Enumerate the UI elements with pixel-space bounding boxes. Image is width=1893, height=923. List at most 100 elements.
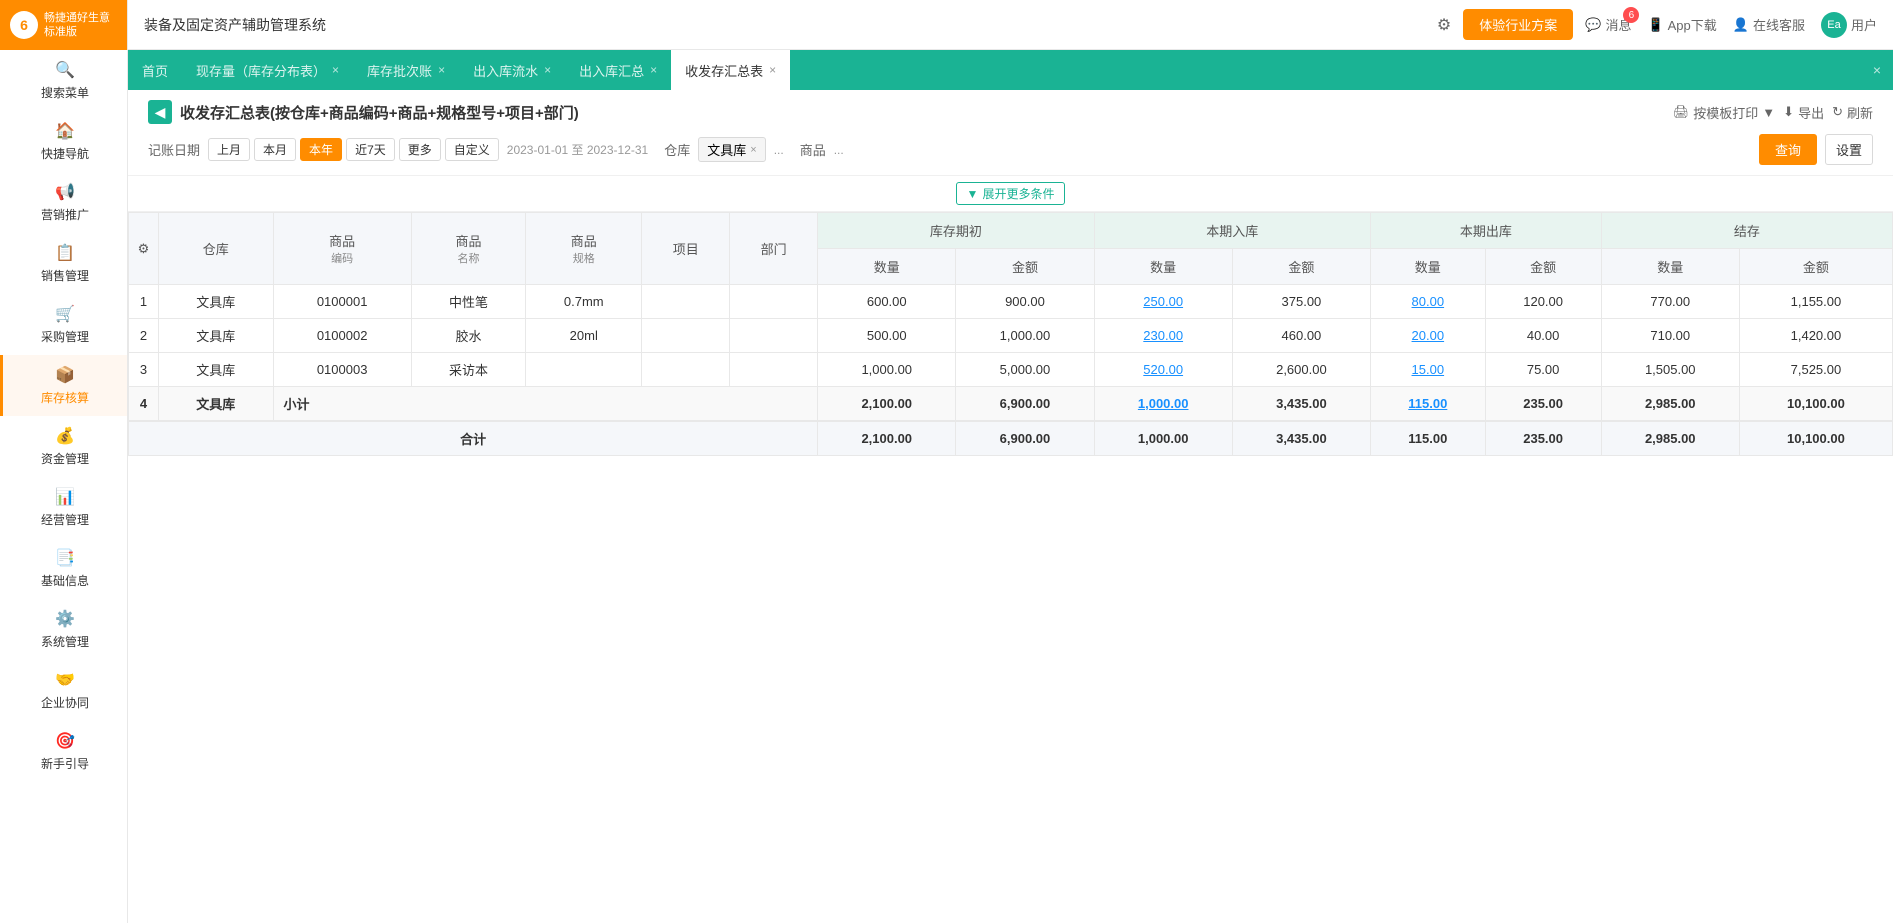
th-group-period-in: 本期入库 xyxy=(1094,213,1370,249)
date-btn-this-year[interactable]: 本年 xyxy=(300,138,342,161)
service-icon: 👤 xyxy=(1733,17,1749,33)
th-warehouse: 仓库 xyxy=(159,213,274,285)
warehouse-more[interactable]: ... xyxy=(774,143,784,157)
goods-filter-section: 商品 ... xyxy=(800,140,844,159)
avatar: Ea xyxy=(1821,12,1847,38)
date-range: 2023-01-01 至 2023-12-31 xyxy=(507,141,648,158)
th-goods-spec: 商品规格 xyxy=(526,213,642,285)
messages-button[interactable]: 💬 消息 6 xyxy=(1585,15,1631,34)
finance-icon: 💰 xyxy=(55,426,75,446)
th-bal-amt: 金额 xyxy=(1739,249,1892,285)
page-action-buttons: 🖨 按模板打印 ▼ ⬇ 导出 ↻ 刷新 xyxy=(1673,103,1873,122)
sidebar-item-quicknav[interactable]: 🏠 快捷导航 xyxy=(0,111,127,172)
notification-badge: 6 xyxy=(1623,7,1639,23)
th-goods-code: 商品编码 xyxy=(273,213,411,285)
sidebar-item-system[interactable]: ⚙️ 系统管理 xyxy=(0,599,127,660)
date-btn-this-month[interactable]: 本月 xyxy=(254,138,296,161)
date-filter-section: 记账日期 上月 本月 本年 近7天 更多 自定义 2023-01-01 至 20… xyxy=(148,138,648,161)
sidebar-item-collab[interactable]: 🤝 企业协同 xyxy=(0,660,127,721)
top-header: 装备及固定资产辅助管理系统 ⚙ 体验行业方案 💬 消息 6 📱 App下载 👤 … xyxy=(128,0,1893,50)
th-out-qty: 数量 xyxy=(1371,249,1486,285)
query-button[interactable]: 查询 xyxy=(1759,134,1817,165)
trial-button[interactable]: 体验行业方案 xyxy=(1463,9,1573,40)
goods-more[interactable]: ... xyxy=(834,143,844,157)
th-in-qty: 数量 xyxy=(1094,249,1232,285)
row2-out-qty-link[interactable]: 20.00 xyxy=(1371,319,1486,353)
settings-icon[interactable]: ⚙ xyxy=(1437,17,1451,34)
sidebar-item-operations[interactable]: 📊 经营管理 xyxy=(0,477,127,538)
marketing-icon: 📢 xyxy=(55,182,75,202)
subtotal-in-qty-link[interactable]: 1,000.00 xyxy=(1094,387,1232,422)
sidebar-item-purchase[interactable]: 🛒 采购管理 xyxy=(0,294,127,355)
logo-icon: 6 xyxy=(10,11,38,39)
purchase-icon: 🛒 xyxy=(55,304,75,324)
app-download-button[interactable]: 📱 App下载 xyxy=(1647,15,1716,34)
refresh-icon: ↻ xyxy=(1832,104,1843,120)
sidebar-item-search[interactable]: 🔍 搜索菜单 xyxy=(0,50,127,111)
sidebar-item-sales[interactable]: 📋 销售管理 xyxy=(0,233,127,294)
sales-icon: 📋 xyxy=(55,243,75,263)
system-title: 装备及固定资产辅助管理系统 xyxy=(144,15,1425,35)
tab-inout-flow[interactable]: 出入库流水 × xyxy=(459,50,565,90)
row3-in-qty-link[interactable]: 520.00 xyxy=(1094,353,1232,387)
collab-icon: 🤝 xyxy=(55,670,75,690)
export-icon: ⬇ xyxy=(1783,104,1794,120)
warehouse-tag: 文具库 × xyxy=(698,137,765,162)
settings-area: ⚙ xyxy=(1437,15,1451,35)
refresh-button[interactable]: ↻ 刷新 xyxy=(1832,103,1873,122)
tab-close-inout-summary[interactable]: × xyxy=(650,63,657,77)
print-button[interactable]: 🖨 按模板打印 ▼ xyxy=(1673,103,1775,122)
tab-inventory-dist[interactable]: 现存量（库存分布表） × xyxy=(182,50,353,90)
th-out-amt: 金额 xyxy=(1485,249,1601,285)
collapse-button[interactable]: ◀ xyxy=(148,100,172,124)
th-bal-qty: 数量 xyxy=(1601,249,1739,285)
expand-conditions-button[interactable]: ▼ 展开更多条件 xyxy=(956,182,1066,205)
row3-out-qty-link[interactable]: 15.00 xyxy=(1371,353,1486,387)
user-menu[interactable]: Ea 用户 xyxy=(1821,12,1877,38)
tab-close-inout-flow[interactable]: × xyxy=(544,63,551,77)
print-icon: 🖨 xyxy=(1673,104,1690,120)
filter-settings-button[interactable]: 设置 xyxy=(1825,134,1873,165)
tab-batch-account[interactable]: 库存批次账 × xyxy=(353,50,459,90)
th-dept: 部门 xyxy=(730,213,818,285)
basic-info-icon: 📑 xyxy=(55,548,75,568)
th-open-qty: 数量 xyxy=(818,249,956,285)
tab-close-stock-summary[interactable]: × xyxy=(769,63,776,77)
th-project: 项目 xyxy=(642,213,730,285)
th-group-balance: 结存 xyxy=(1601,213,1892,249)
row2-in-qty-link[interactable]: 230.00 xyxy=(1094,319,1232,353)
th-group-period-out: 本期出库 xyxy=(1371,213,1602,249)
date-btn-7days[interactable]: 近7天 xyxy=(346,138,395,161)
query-action-area: 查询 设置 xyxy=(1759,134,1873,165)
sidebar-item-basic-info[interactable]: 📑 基础信息 xyxy=(0,538,127,599)
sidebar-item-guide[interactable]: 🎯 新手引导 xyxy=(0,721,127,782)
date-btn-more[interactable]: 更多 xyxy=(399,138,441,161)
sidebar-item-finance[interactable]: 💰 资金管理 xyxy=(0,416,127,477)
sidebar-item-inventory[interactable]: 📦 库存核算 xyxy=(0,355,127,416)
tab-close-batch-account[interactable]: × xyxy=(438,63,445,77)
tab-inout-summary[interactable]: 出入库汇总 × xyxy=(565,50,671,90)
online-service-button[interactable]: 👤 在线客服 xyxy=(1733,15,1805,34)
table-row: 1 文具库 0100001 中性笔 0.7mm 600.00 900.00 25… xyxy=(129,285,1893,319)
row1-in-qty-link[interactable]: 250.00 xyxy=(1094,285,1232,319)
date-buttons: 上月 本月 本年 近7天 更多 自定义 xyxy=(208,138,499,161)
total-row: 合计 2,100.00 6,900.00 1,000.00 3,435.00 1… xyxy=(129,421,1893,456)
search-icon: 🔍 xyxy=(55,60,75,80)
expand-icon: ▼ xyxy=(967,187,979,201)
warehouse-tag-close[interactable]: × xyxy=(750,144,756,156)
date-btn-custom[interactable]: 自定义 xyxy=(445,138,499,161)
row1-out-qty-link[interactable]: 80.00 xyxy=(1371,285,1486,319)
tab-bar-close[interactable]: × xyxy=(1861,62,1893,78)
tab-home[interactable]: 首页 xyxy=(128,50,182,90)
th-settings: ⚙ xyxy=(129,213,159,285)
sidebar: 6 畅捷通好生意 标准版 🔍 搜索菜单 🏠 快捷导航 📢 营销推广 📋 销售管理… xyxy=(0,0,128,923)
logo-text: 畅捷通好生意 标准版 xyxy=(44,11,110,40)
sidebar-item-marketing[interactable]: 📢 营销推广 xyxy=(0,172,127,233)
data-table: ⚙ 仓库 商品编码 商品名称 商品规格 项目 部门 库存期初 本期入库 本期出库… xyxy=(128,212,1893,456)
tab-close-inventory-dist[interactable]: × xyxy=(332,63,339,77)
tab-stock-summary[interactable]: 收发存汇总表 × xyxy=(671,50,790,90)
inventory-icon: 📦 xyxy=(55,365,75,385)
subtotal-out-qty-link[interactable]: 115.00 xyxy=(1371,387,1486,422)
export-button[interactable]: ⬇ 导出 xyxy=(1783,103,1824,122)
date-btn-last-month[interactable]: 上月 xyxy=(208,138,250,161)
